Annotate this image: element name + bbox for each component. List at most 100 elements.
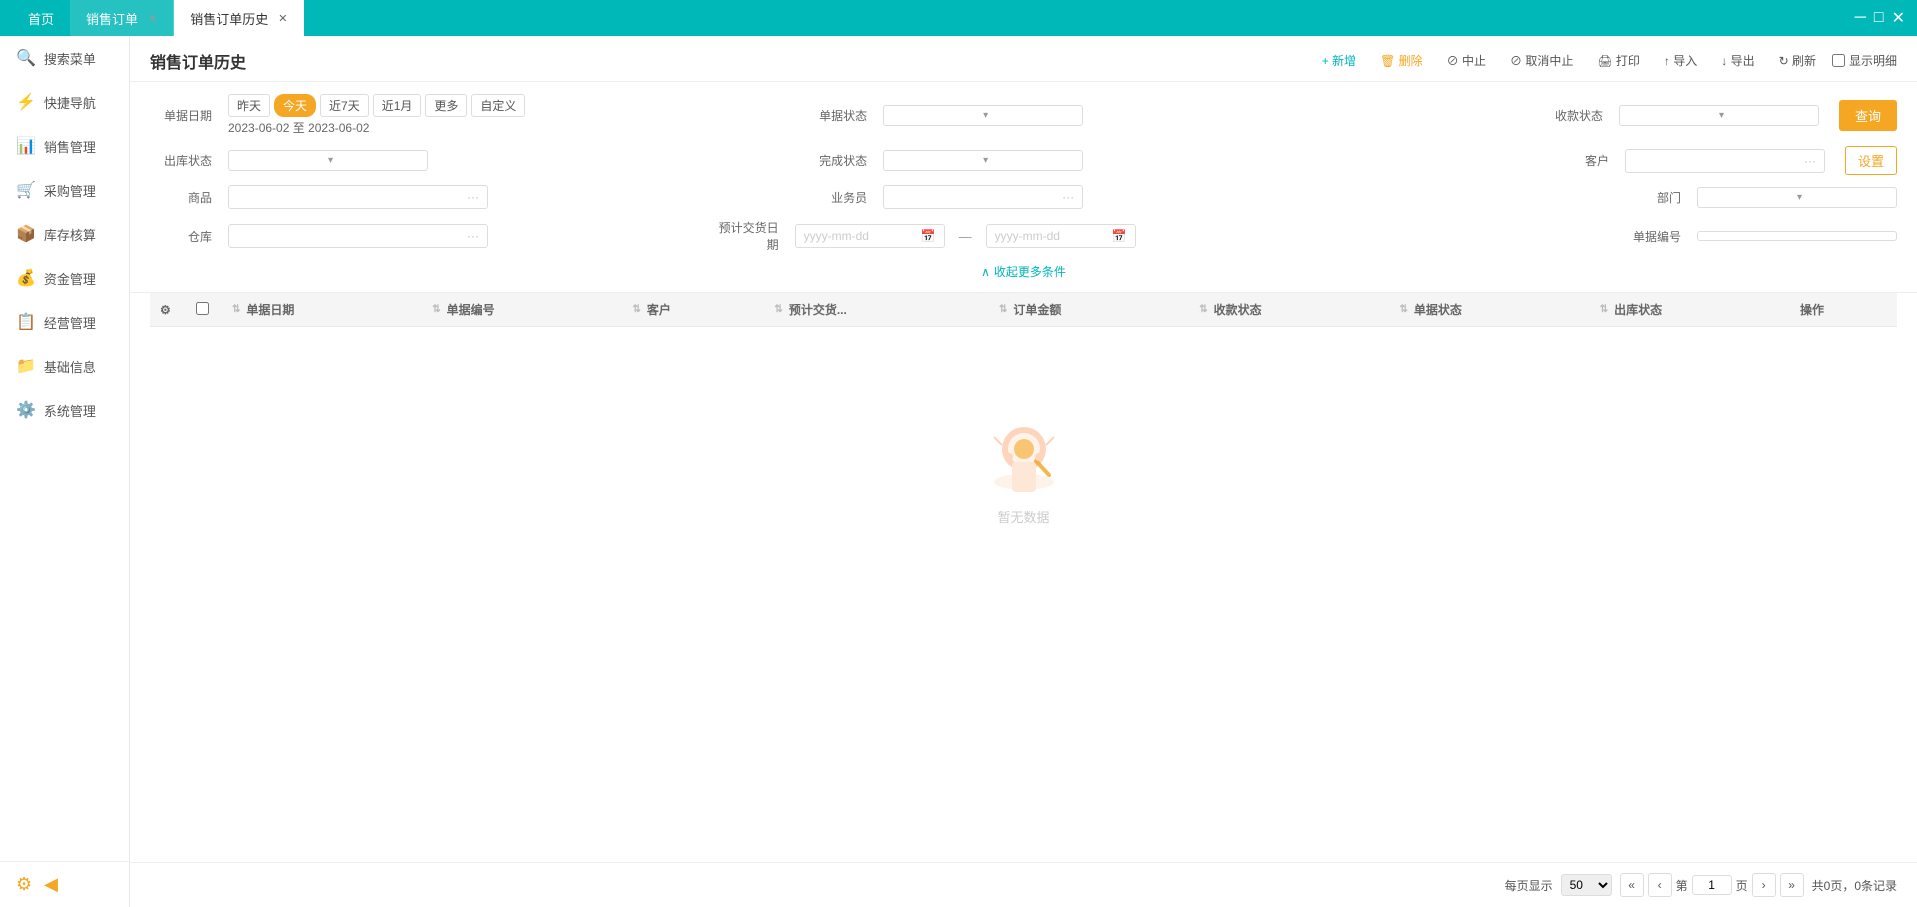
voucher-status-select[interactable]: ▾ — [883, 105, 1083, 126]
window-controls: ─ □ ✕ — [1855, 8, 1905, 28]
sidebar-item-capital-mgmt[interactable]: 💰 资金管理 — [0, 256, 129, 300]
expected-delivery-from[interactable]: yyyy-mm-dd 📅 — [795, 224, 945, 248]
window-close-icon[interactable]: ✕ — [1892, 8, 1905, 28]
filter-col-expected-delivery: 预计交货日期 yyyy-mm-dd 📅 — yyyy-mm-dd 📅 — [717, 219, 1425, 253]
import-button[interactable]: ↑ 导入 — [1656, 48, 1705, 73]
sidebar-item-ops-mgmt-label: 经营管理 — [44, 313, 96, 332]
customer-input[interactable]: ··· — [1625, 149, 1825, 173]
sidebar-item-quick-nav[interactable]: ⚡ 快捷导航 — [0, 80, 129, 124]
th-receipt-status-label: 收款状态 — [1214, 301, 1262, 318]
delete-button[interactable]: 🗑 删除 — [1372, 48, 1431, 73]
receipt-status-select[interactable]: ▾ — [1619, 105, 1819, 126]
salesperson-dots-icon: ··· — [1062, 190, 1074, 204]
sidebar-item-inventory[interactable]: 📦 库存核算 — [0, 212, 129, 256]
delivery-status-select[interactable]: ▾ — [228, 150, 428, 171]
query-button[interactable]: 查询 — [1839, 100, 1897, 131]
th-delivery-status[interactable]: ⇅ 出库状态 — [1590, 293, 1790, 327]
refresh-button[interactable]: ↻ 刷新 — [1771, 48, 1824, 73]
window-max-icon[interactable]: □ — [1874, 9, 1884, 27]
filter-row-2: 出库状态 ▾ 完成状态 ▾ 客户 ··· — [150, 146, 1897, 175]
search-menu-icon: 🔍 — [16, 48, 36, 68]
date-btn-custom[interactable]: 自定义 — [471, 94, 525, 117]
department-select[interactable]: ▾ — [1697, 187, 1897, 208]
filter-col-goods: 商品 ··· — [150, 185, 805, 209]
collapse-more-conditions[interactable]: ∧ 收起更多条件 — [150, 263, 1897, 280]
expected-delivery-to-placeholder: yyyy-mm-dd — [995, 229, 1060, 243]
sidebar-item-sales-mgmt[interactable]: 📊 销售管理 — [0, 124, 129, 168]
tab-sales-order-history-close[interactable]: ✕ — [278, 12, 287, 25]
warehouse-label: 仓库 — [150, 228, 220, 245]
display-detail-checkbox[interactable] — [1832, 54, 1845, 67]
date-btn-today[interactable]: 今天 — [274, 94, 316, 117]
purchase-mgmt-icon: 🛒 — [16, 180, 36, 200]
sidebar-item-ops-mgmt[interactable]: 📋 经营管理 — [0, 300, 129, 344]
th-order-amount[interactable]: ⇅ 订单金额 — [989, 293, 1189, 327]
th-checkbox[interactable] — [186, 293, 222, 327]
department-arrow-icon: ▾ — [1797, 192, 1888, 203]
empty-text: 暂无数据 — [997, 507, 1049, 526]
page-size-select[interactable]: 50 10 20 100 — [1561, 874, 1612, 896]
first-page-button[interactable]: « — [1620, 873, 1644, 897]
sidebar-item-inventory-label: 库存核算 — [44, 225, 96, 244]
th-voucher-date[interactable]: ⇅ 单据日期 — [222, 293, 422, 327]
sidebar-item-basic-info[interactable]: 📁 基础信息 — [0, 344, 129, 388]
prev-page-button[interactable]: ‹ — [1648, 873, 1672, 897]
th-actions: 操作 — [1790, 293, 1897, 327]
gear-icon: ⚙ — [160, 303, 171, 317]
warehouse-input[interactable]: ··· — [228, 224, 488, 248]
th-voucher-no-label: 单据编号 — [447, 301, 495, 318]
th-voucher-no[interactable]: ⇅ 单据编号 — [422, 293, 622, 327]
empty-state: 暂无数据 — [150, 327, 1897, 606]
sidebar-item-purchase-mgmt[interactable]: 🛒 采购管理 — [0, 168, 129, 212]
page-number-input[interactable] — [1692, 875, 1732, 895]
settings-button[interactable]: 设置 — [1845, 146, 1897, 175]
tab-sales-order[interactable]: 销售订单 ✕ — [70, 0, 174, 36]
date-btn-yesterday[interactable]: 昨天 — [228, 94, 270, 117]
th-expected-delivery[interactable]: ⇅ 预计交货... — [764, 293, 989, 327]
tab-sales-order-history[interactable]: 销售订单历史 ✕ — [174, 0, 304, 36]
sidebar-settings-icon[interactable]: ⚙ — [16, 874, 32, 895]
salesperson-input[interactable]: ··· — [883, 185, 1083, 209]
filter-col-voucher-status: 单据状态 ▾ — [805, 105, 1351, 126]
sort-icon-receipt-status: ⇅ — [1199, 304, 1207, 315]
expected-delivery-to[interactable]: yyyy-mm-dd 📅 — [986, 224, 1136, 248]
sort-icon-delivery-status: ⇅ — [1600, 304, 1608, 315]
print-button[interactable]: 🖨 打印 — [1589, 48, 1648, 73]
cancel-stop-button[interactable]: ⊘ 取消中止 — [1502, 48, 1581, 73]
voucher-number-input[interactable] — [1697, 231, 1897, 241]
sidebar-item-search-menu[interactable]: 🔍 搜索菜单 — [0, 36, 129, 80]
sidebar-item-quick-nav-label: 快捷导航 — [44, 93, 96, 112]
sidebar-item-purchase-mgmt-label: 采购管理 — [44, 181, 96, 200]
tab-sales-order-close[interactable]: ✕ — [148, 12, 157, 25]
sort-icon-voucher-no: ⇅ — [432, 304, 440, 315]
th-receipt-status[interactable]: ⇅ 收款状态 — [1189, 293, 1389, 327]
sidebar-collapse-icon[interactable]: ◀ — [44, 874, 58, 895]
date-btn-more[interactable]: 更多 — [425, 94, 467, 117]
filter-col-warehouse: 仓库 ··· — [150, 224, 717, 248]
last-page-button[interactable]: » — [1780, 873, 1804, 897]
new-button[interactable]: + 新增 — [1314, 48, 1364, 73]
window-min-icon[interactable]: ─ — [1855, 9, 1866, 27]
sidebar-item-search-menu-label: 搜索菜单 — [44, 49, 96, 68]
th-voucher-status[interactable]: ⇅ 单据状态 — [1389, 293, 1589, 327]
receipt-status-label: 收款状态 — [1541, 107, 1611, 124]
select-all-checkbox[interactable] — [196, 302, 209, 315]
filter-row-3: 商品 ··· 业务员 ··· 部门 ▾ — [150, 185, 1897, 209]
th-customer[interactable]: ⇅ 客户 — [623, 293, 765, 327]
completion-status-arrow-icon: ▾ — [983, 155, 1074, 166]
main-layout: 🔍 搜索菜单 ⚡ 快捷导航 📊 销售管理 🛒 采购管理 📦 库存核算 💰 资金管… — [0, 36, 1917, 907]
filter-col-salesperson: 业务员 ··· — [805, 185, 1351, 209]
export-button[interactable]: ↓ 导出 — [1713, 48, 1762, 73]
date-dash: — — [959, 229, 972, 244]
tab-home[interactable]: 首页 — [12, 0, 70, 36]
date-btn-1month[interactable]: 近1月 — [373, 94, 422, 117]
stop-button[interactable]: ⊘ 中止 — [1439, 48, 1494, 73]
th-gear[interactable]: ⚙ — [150, 293, 186, 327]
salesperson-label: 业务员 — [805, 189, 875, 206]
chevron-up-icon: ∧ — [981, 265, 990, 279]
next-page-button[interactable]: › — [1752, 873, 1776, 897]
sidebar-item-sys-mgmt[interactable]: ⚙️ 系统管理 — [0, 388, 129, 432]
completion-status-select[interactable]: ▾ — [883, 150, 1083, 171]
date-btn-7days[interactable]: 近7天 — [320, 94, 369, 117]
goods-input[interactable]: ··· — [228, 185, 488, 209]
